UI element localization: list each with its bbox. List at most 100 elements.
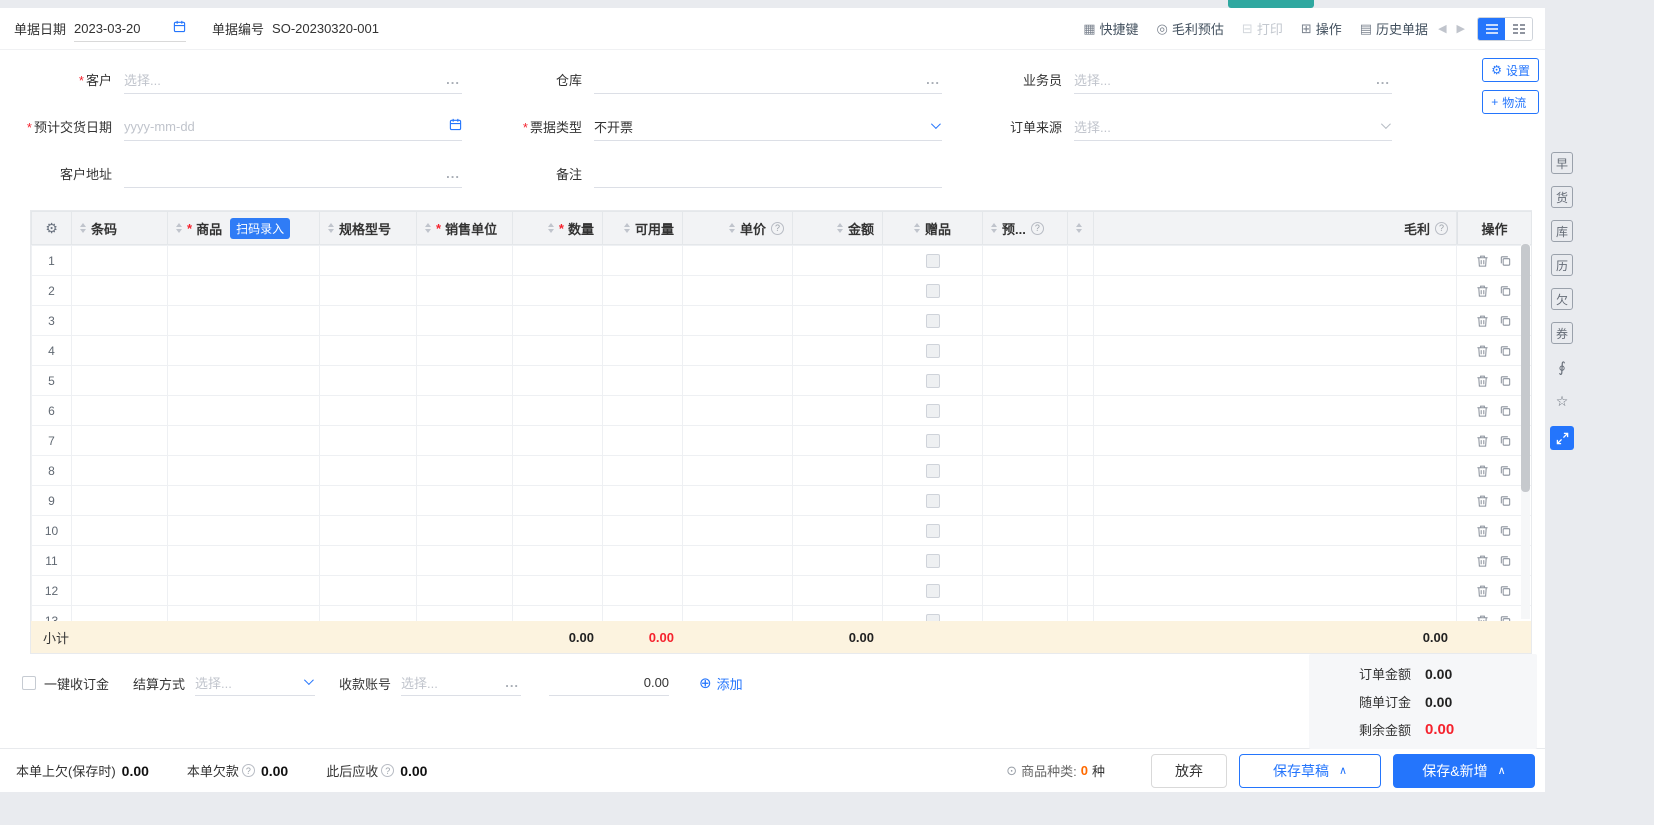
cell-barcode[interactable] bbox=[71, 545, 168, 576]
cell-pre-profit[interactable] bbox=[982, 605, 1068, 621]
delete-row-icon[interactable] bbox=[1476, 434, 1489, 448]
delete-row-icon[interactable] bbox=[1476, 494, 1489, 508]
gift-checkbox[interactable] bbox=[925, 494, 940, 509]
cell-unit[interactable] bbox=[416, 575, 513, 606]
attachment-icon[interactable]: ∮ bbox=[1551, 356, 1573, 378]
grid-scrollbar-thumb[interactable] bbox=[1521, 244, 1530, 492]
sort-barcode[interactable] bbox=[80, 223, 86, 233]
cell-qty[interactable] bbox=[512, 365, 603, 396]
delete-row-icon[interactable] bbox=[1476, 404, 1489, 418]
cell-barcode[interactable] bbox=[71, 395, 168, 426]
cell-unit[interactable] bbox=[416, 245, 513, 276]
cell-qty[interactable] bbox=[512, 575, 603, 606]
salesman-picker-button[interactable]: ... bbox=[1374, 72, 1392, 87]
cell-spec[interactable] bbox=[319, 305, 417, 336]
discard-button[interactable]: 放弃 bbox=[1151, 753, 1227, 788]
sort-extra[interactable] bbox=[1076, 223, 1082, 233]
settlement-select[interactable]: 选择... bbox=[195, 670, 316, 696]
sort-amount[interactable] bbox=[836, 223, 843, 233]
calendar-icon[interactable] bbox=[173, 20, 186, 36]
profit-estimate-button[interactable]: ◎ 毛利预估 bbox=[1157, 19, 1224, 38]
cell-spec[interactable] bbox=[319, 245, 417, 276]
cell-qty[interactable] bbox=[512, 515, 603, 546]
copy-row-icon[interactable] bbox=[1499, 314, 1512, 328]
account-picker-button[interactable]: ... bbox=[503, 675, 521, 690]
cell-unit[interactable] bbox=[416, 545, 513, 576]
cell-qty[interactable] bbox=[512, 455, 603, 486]
price-help-icon[interactable]: ? bbox=[771, 221, 784, 235]
cell-qty[interactable] bbox=[512, 485, 603, 516]
sort-price[interactable] bbox=[728, 223, 735, 233]
account-select[interactable]: 选择... ... bbox=[401, 670, 522, 696]
sort-available[interactable] bbox=[623, 223, 630, 233]
cell-price[interactable] bbox=[682, 275, 793, 306]
cell-product[interactable] bbox=[167, 575, 320, 606]
cell-price[interactable] bbox=[682, 515, 793, 546]
cell-product[interactable] bbox=[167, 365, 320, 396]
cell-product[interactable] bbox=[167, 425, 320, 456]
cell-spec[interactable] bbox=[319, 485, 417, 516]
calendar-icon[interactable] bbox=[449, 118, 462, 134]
expand-icon[interactable] bbox=[1550, 426, 1574, 450]
cell-product[interactable] bbox=[167, 275, 320, 306]
gift-checkbox[interactable] bbox=[925, 434, 940, 449]
cell-qty[interactable] bbox=[512, 275, 603, 306]
cell-pre-profit[interactable] bbox=[982, 545, 1068, 576]
cell-amount[interactable] bbox=[792, 245, 883, 276]
cell-price[interactable] bbox=[682, 605, 793, 621]
cell-pre-profit[interactable] bbox=[982, 335, 1068, 366]
cell-amount[interactable] bbox=[792, 365, 883, 396]
delivery-date-input[interactable]: yyyy-mm-dd bbox=[124, 113, 462, 141]
cell-barcode[interactable] bbox=[71, 515, 168, 546]
copy-row-icon[interactable] bbox=[1499, 494, 1512, 508]
sort-gift[interactable] bbox=[913, 223, 920, 233]
gift-checkbox[interactable] bbox=[925, 404, 940, 419]
cell-spec[interactable] bbox=[319, 395, 417, 426]
cell-unit[interactable] bbox=[416, 365, 513, 396]
copy-row-icon[interactable] bbox=[1499, 404, 1512, 418]
cell-spec[interactable] bbox=[319, 515, 417, 546]
receivable-help-icon[interactable]: ? bbox=[381, 764, 395, 777]
pre-profit-help-icon[interactable]: ? bbox=[1030, 221, 1044, 235]
delete-row-icon[interactable] bbox=[1476, 554, 1489, 568]
cell-spec[interactable] bbox=[319, 275, 417, 306]
cell-price[interactable] bbox=[682, 545, 793, 576]
cell-unit[interactable] bbox=[416, 425, 513, 456]
gift-checkbox[interactable] bbox=[925, 344, 940, 359]
copy-row-icon[interactable] bbox=[1499, 614, 1512, 621]
cell-product[interactable] bbox=[167, 245, 320, 276]
cell-amount[interactable] bbox=[792, 395, 883, 426]
cell-barcode[interactable] bbox=[71, 305, 168, 336]
cell-barcode[interactable] bbox=[71, 605, 168, 621]
cell-qty[interactable] bbox=[512, 425, 603, 456]
address-picker-button[interactable]: ... bbox=[444, 166, 462, 181]
scan-entry-button[interactable]: 扫码录入 bbox=[230, 217, 291, 239]
cell-spec[interactable] bbox=[319, 545, 417, 576]
cell-amount[interactable] bbox=[792, 605, 883, 621]
cell-qty[interactable] bbox=[512, 305, 603, 336]
cell-qty[interactable] bbox=[512, 545, 603, 576]
cell-pre-profit[interactable] bbox=[982, 245, 1068, 276]
delete-row-icon[interactable] bbox=[1476, 344, 1489, 358]
cell-product[interactable] bbox=[167, 545, 320, 576]
cell-barcode[interactable] bbox=[71, 275, 168, 306]
cell-price[interactable] bbox=[682, 305, 793, 336]
cell-barcode[interactable] bbox=[71, 245, 168, 276]
gift-checkbox[interactable] bbox=[925, 584, 940, 599]
cell-spec[interactable] bbox=[319, 335, 417, 366]
cell-spec[interactable] bbox=[319, 605, 417, 621]
copy-row-icon[interactable] bbox=[1499, 284, 1512, 298]
gift-checkbox[interactable] bbox=[925, 284, 940, 299]
cell-barcode[interactable] bbox=[71, 425, 168, 456]
cell-product[interactable] bbox=[167, 305, 320, 336]
cell-amount[interactable] bbox=[792, 455, 883, 486]
invoice-type-select[interactable]: 不开票 bbox=[594, 113, 942, 141]
cell-price[interactable] bbox=[682, 395, 793, 426]
doc-debt-help-icon[interactable]: ? bbox=[241, 764, 255, 777]
copy-row-icon[interactable] bbox=[1499, 554, 1512, 568]
add-payment-button[interactable]: ⊕ 添加 bbox=[699, 674, 743, 693]
sort-pre[interactable] bbox=[991, 223, 997, 233]
customer-input[interactable]: 选择... ... bbox=[124, 66, 462, 94]
cell-price[interactable] bbox=[682, 245, 793, 276]
order-source-select[interactable]: 选择... bbox=[1074, 113, 1392, 141]
